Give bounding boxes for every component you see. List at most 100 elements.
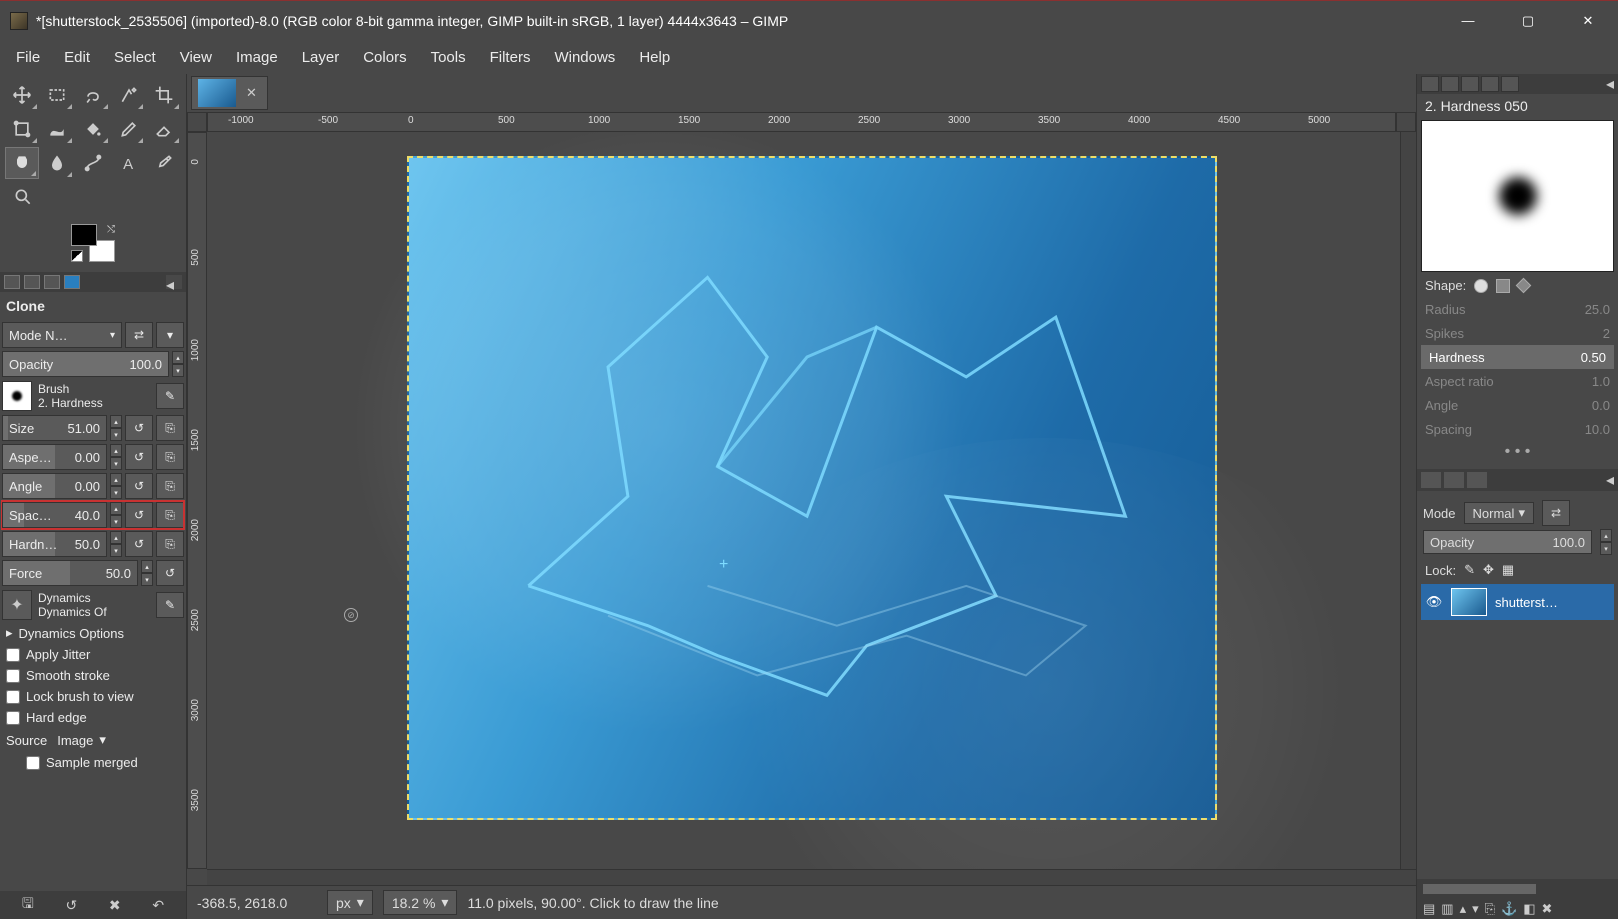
- paths-tool-icon[interactable]: [76, 147, 110, 179]
- paths-tab-icon[interactable]: [1467, 472, 1487, 488]
- brush-name[interactable]: 2. Hardness: [38, 396, 150, 410]
- force-reset-icon[interactable]: ↺: [156, 560, 184, 586]
- brush-tab-2[interactable]: [1441, 76, 1459, 92]
- spacing-reset-icon[interactable]: ↺: [125, 502, 153, 528]
- smooth-stroke-checkbox[interactable]: [6, 669, 20, 683]
- spacing-link-icon[interactable]: ⎘: [156, 502, 184, 528]
- text-tool-icon[interactable]: A: [112, 147, 146, 179]
- sample-merged-checkbox[interactable]: [26, 756, 40, 770]
- brush-hardness[interactable]: Hardness0.50: [1421, 345, 1614, 369]
- new-layer-icon[interactable]: ▤: [1423, 901, 1435, 917]
- horizontal-ruler[interactable]: -1000-5000500100015002000250030003500400…: [187, 112, 1416, 132]
- angle-link-icon[interactable]: ⎘: [156, 473, 184, 499]
- menu-edit[interactable]: Edit: [52, 43, 102, 72]
- menu-view[interactable]: View: [168, 43, 224, 72]
- layer-scroll[interactable]: [1417, 879, 1618, 899]
- opacity-slider[interactable]: Opacity100.0: [2, 351, 169, 377]
- dynamics-name[interactable]: Dynamics Of: [38, 605, 150, 619]
- channels-tab-icon[interactable]: [1444, 472, 1464, 488]
- color-swatch[interactable]: ⤭: [0, 218, 186, 272]
- size-slider[interactable]: Size51.00: [2, 415, 107, 441]
- shape-circle-icon[interactable]: [1474, 279, 1488, 293]
- mode-swap-icon[interactable]: ⇄: [125, 322, 153, 348]
- clone-tool-icon[interactable]: [5, 147, 39, 179]
- brush-dock-menu-icon[interactable]: ◂: [1606, 74, 1614, 94]
- visibility-icon[interactable]: 👁: [1425, 594, 1443, 610]
- crop-tool-icon[interactable]: [147, 79, 181, 111]
- menu-file[interactable]: File: [4, 43, 52, 72]
- menu-help[interactable]: Help: [627, 43, 682, 72]
- new-group-icon[interactable]: ▥: [1441, 901, 1453, 917]
- aspect-reset-icon[interactable]: ↺: [125, 444, 153, 470]
- dock-config-icon[interactable]: ◂: [166, 275, 182, 289]
- move-tool-icon[interactable]: [5, 79, 39, 111]
- smudge-tool-icon[interactable]: [41, 147, 75, 179]
- lock-alpha-icon[interactable]: ▦: [1502, 562, 1514, 578]
- layer-name[interactable]: shutterst…: [1495, 595, 1558, 610]
- shape-diamond-icon[interactable]: [1516, 278, 1532, 294]
- hardness-reset-icon[interactable]: ↺: [125, 531, 153, 557]
- mode-menu-icon[interactable]: ▾: [156, 322, 184, 348]
- merge-layer-icon[interactable]: ⚓: [1501, 901, 1517, 917]
- eraser-tool-icon[interactable]: [147, 113, 181, 145]
- fg-color[interactable]: [71, 224, 97, 246]
- minimize-button[interactable]: —: [1438, 1, 1498, 41]
- ruler-corner[interactable]: [187, 112, 207, 132]
- lock-brush-checkbox[interactable]: [6, 690, 20, 704]
- angle-slider[interactable]: Angle0.00: [2, 473, 107, 499]
- layer-item[interactable]: 👁 shutterst…: [1421, 584, 1614, 620]
- transform-tool-icon[interactable]: [5, 113, 39, 145]
- dynamics-options-expander[interactable]: ▸Dynamics Options: [2, 622, 184, 644]
- expand-handle-icon[interactable]: • • •: [1417, 441, 1618, 463]
- menu-colors[interactable]: Colors: [351, 43, 418, 72]
- source-select[interactable]: Image▾: [57, 732, 106, 748]
- layers-tab-icon[interactable]: [1421, 472, 1441, 488]
- menu-filters[interactable]: Filters: [478, 43, 543, 72]
- restore-preset-icon[interactable]: ↺: [65, 897, 77, 914]
- dock-tab-4[interactable]: [64, 275, 80, 289]
- layer-mode-swap-icon[interactable]: ⇄: [1542, 500, 1570, 526]
- dock-tab-1[interactable]: [4, 275, 20, 289]
- brush-tab-3[interactable]: [1461, 76, 1479, 92]
- rect-select-tool-icon[interactable]: [41, 79, 75, 111]
- vertical-scrollbar[interactable]: [1400, 132, 1416, 869]
- brush-preview[interactable]: [1421, 120, 1614, 272]
- color-picker-tool-icon[interactable]: [147, 147, 181, 179]
- canvas-image[interactable]: + ⊘: [407, 156, 1217, 820]
- hardness-link-icon[interactable]: ⎘: [156, 531, 184, 557]
- warp-tool-icon[interactable]: [41, 113, 75, 145]
- canvas-viewport[interactable]: + ⊘: [207, 132, 1400, 869]
- zoom-tool-icon[interactable]: [5, 181, 41, 213]
- spacing-slider[interactable]: Spac…40.0: [2, 502, 107, 528]
- bucket-fill-tool-icon[interactable]: [76, 113, 110, 145]
- layer-opacity-slider[interactable]: Opacity100.0: [1423, 530, 1592, 554]
- delete-preset-icon[interactable]: ✖: [109, 897, 121, 914]
- dock-tab-3[interactable]: [44, 275, 60, 289]
- brush-edit-icon[interactable]: ✎: [156, 383, 184, 409]
- aspect-link-icon[interactable]: ⎘: [156, 444, 184, 470]
- horizontal-scrollbar[interactable]: [207, 869, 1416, 885]
- hard-edge-checkbox[interactable]: [6, 711, 20, 725]
- image-tab[interactable]: ✕: [191, 76, 268, 110]
- size-link-icon[interactable]: ⎘: [156, 415, 184, 441]
- brush-tab-1[interactable]: [1421, 76, 1439, 92]
- opacity-spin[interactable]: ▴▾: [172, 351, 184, 377]
- brush-radius[interactable]: Radius25.0: [1417, 297, 1618, 321]
- brush-tab-4[interactable]: [1481, 76, 1499, 92]
- menu-layer[interactable]: Layer: [290, 43, 352, 72]
- mask-layer-icon[interactable]: ◧: [1523, 901, 1535, 917]
- lower-layer-icon[interactable]: ▾: [1472, 901, 1479, 917]
- dock-tab-2[interactable]: [24, 275, 40, 289]
- brush-tab-5[interactable]: [1501, 76, 1519, 92]
- apply-jitter-checkbox[interactable]: [6, 648, 20, 662]
- lock-pixels-icon[interactable]: ✎: [1464, 562, 1475, 578]
- dynamics-thumb[interactable]: ✦: [2, 590, 32, 620]
- vertical-ruler[interactable]: 0500100015002000250030003500: [187, 132, 207, 869]
- duplicate-layer-icon[interactable]: ⎘: [1485, 901, 1495, 917]
- menu-image[interactable]: Image: [224, 43, 290, 72]
- menu-select[interactable]: Select: [102, 43, 168, 72]
- layers-dock-menu-icon[interactable]: ◂: [1606, 470, 1614, 490]
- shape-square-icon[interactable]: [1496, 279, 1510, 293]
- zoom-select[interactable]: 18.2 %▾: [383, 890, 458, 915]
- lock-position-icon[interactable]: ✥: [1483, 562, 1494, 578]
